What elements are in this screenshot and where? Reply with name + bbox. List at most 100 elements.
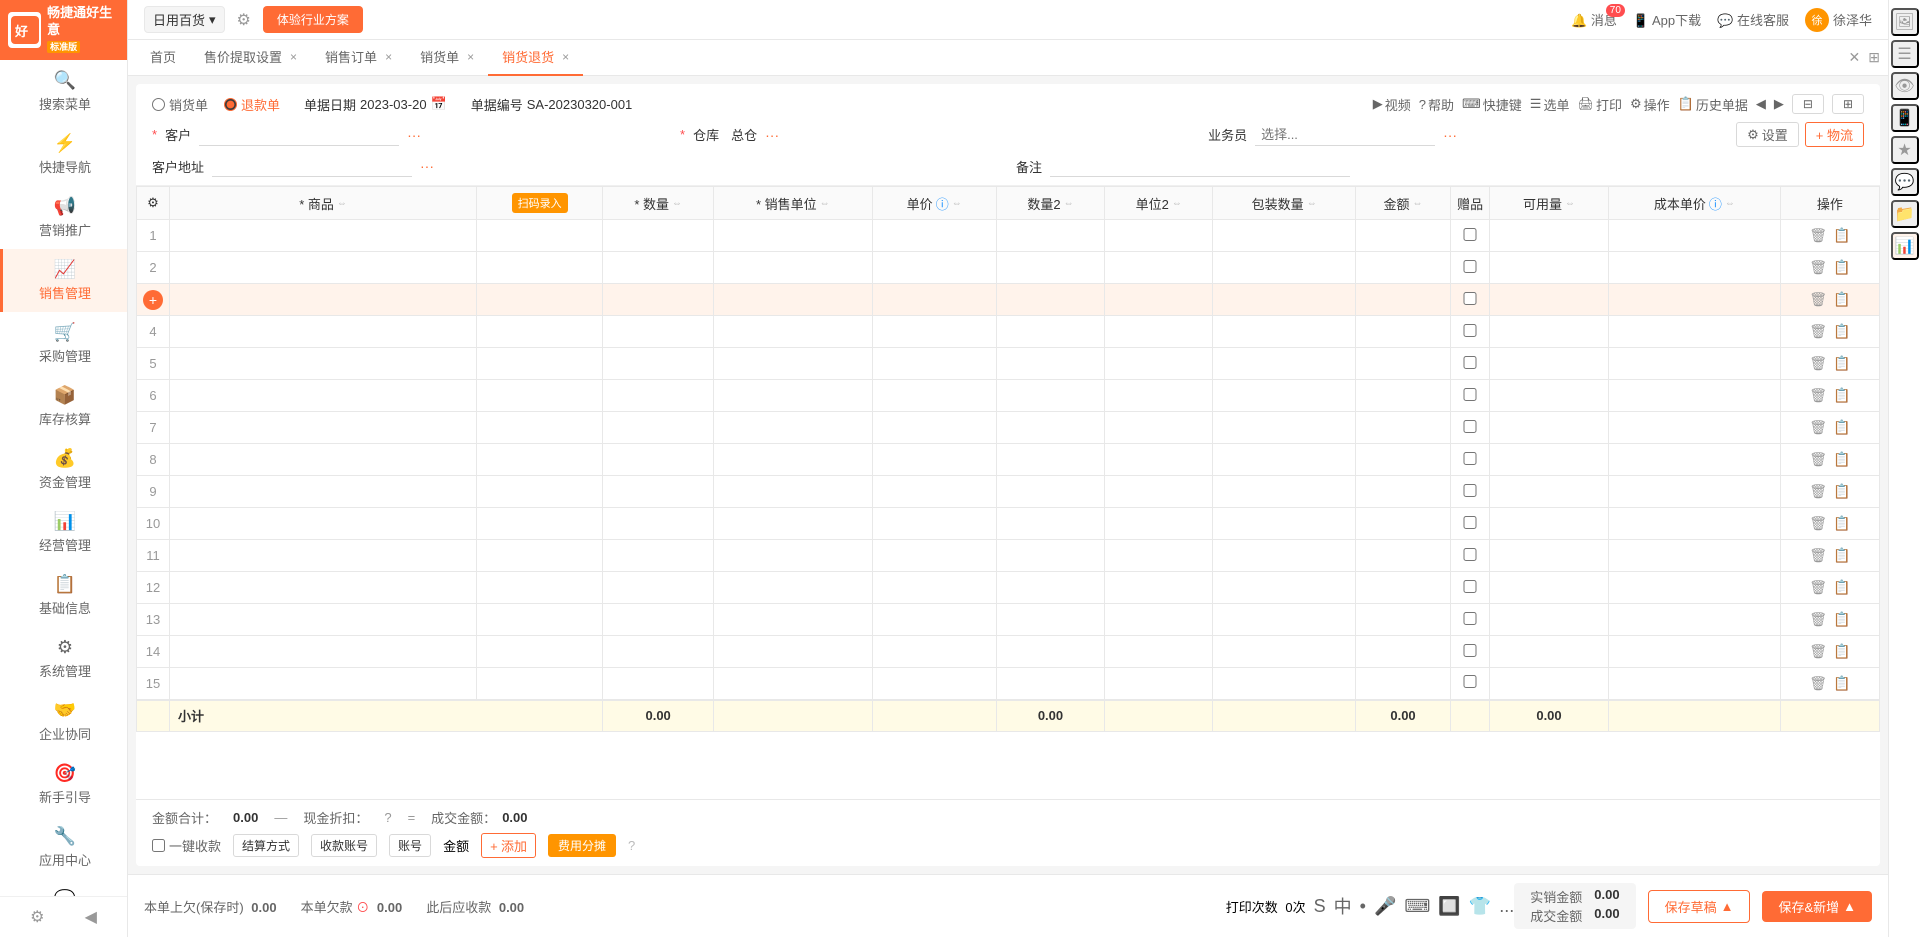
sidebar-item-nav[interactable]: ⚡ 快捷导航 [0,123,127,186]
sidebar-item-sales[interactable]: 📈 销售管理 [0,249,127,312]
product-cell[interactable] [170,508,477,540]
col-setting[interactable]: ⚙ [137,187,170,220]
amount-cell[interactable] [1355,316,1450,348]
gift-checkbox[interactable] [1457,420,1483,433]
unit-cell[interactable] [714,220,872,252]
unit-cell[interactable] [714,476,872,508]
sidebar-item-inventory[interactable]: 📦 库存核算 [0,375,127,438]
tool-icon-5[interactable]: ⌨ [1404,896,1430,917]
gift-cell[interactable] [1451,604,1490,636]
unit-cell[interactable] [714,316,872,348]
copy-row-btn[interactable]: 📋 [1833,643,1850,660]
date-value[interactable]: 2023-03-20 [360,97,427,112]
settings-btn[interactable]: ⚙ 设置 [1736,122,1799,147]
tab-home[interactable]: 首页 [136,40,190,76]
gift-cell[interactable] [1451,572,1490,604]
rp-folder-btn[interactable]: 📁 [1891,200,1919,228]
tab-close-icon[interactable]: × [290,50,297,64]
warehouse-picker-btn[interactable]: ··· [765,127,779,143]
price-cell[interactable] [872,380,996,412]
qty2-cell[interactable] [996,668,1104,700]
qty2-cell[interactable] [996,508,1104,540]
delete-row-btn[interactable]: 🗑 [1809,259,1827,276]
price-cell[interactable] [872,444,996,476]
copy-row-btn[interactable]: 📋 [1833,387,1850,404]
expense-help-icon[interactable]: ? [628,838,635,853]
unit2-cell[interactable] [1105,284,1213,316]
delete-row-btn[interactable]: 🗑 [1809,227,1827,244]
sidebar-item-appstore[interactable]: 🔧 应用中心 [0,816,127,879]
notes-input[interactable] [1050,155,1350,177]
rp-eye-btn[interactable]: 👁 [1891,72,1919,100]
price-cell[interactable] [872,412,996,444]
qty2-cell[interactable] [996,220,1104,252]
price-cell[interactable] [872,540,996,572]
unit-cell[interactable] [714,348,872,380]
amount-cell[interactable] [1355,284,1450,316]
quantity-cell[interactable] [603,636,714,668]
delete-row-btn[interactable]: 🗑 [1809,675,1827,692]
tool-icon-1[interactable]: S [1314,896,1326,917]
quantity-cell[interactable] [603,284,714,316]
sidebar-item-wechat[interactable]: 💬 企业微信 [0,879,127,896]
gift-cell[interactable] [1451,316,1490,348]
tool-icon-3[interactable]: • [1360,896,1366,917]
price-cell[interactable] [872,252,996,284]
unit-cell[interactable] [714,508,872,540]
sidebar-item-guide[interactable]: 🎯 新手引导 [0,753,127,816]
price-cell[interactable] [872,508,996,540]
unit-cell[interactable] [714,572,872,604]
unit2-cell[interactable] [1105,348,1213,380]
gift-checkbox[interactable] [1457,580,1483,593]
amount-cell[interactable] [1355,508,1450,540]
select-btn[interactable]: ☰ 选单 [1530,95,1570,114]
pkg-qty-cell[interactable] [1213,444,1356,476]
price-cell[interactable] [872,348,996,380]
tab-close-icon[interactable]: × [562,50,569,64]
list-view-btn[interactable]: ⊟ [1792,94,1824,114]
rp-message-btn[interactable]: 💬 [1891,168,1919,196]
copy-row-btn[interactable]: 📋 [1833,291,1850,308]
tool-icon-2[interactable]: 中 [1334,893,1352,919]
operations-btn[interactable]: ⚙ 操作 [1630,95,1670,114]
gift-checkbox[interactable] [1457,452,1483,465]
unit2-cell[interactable] [1105,380,1213,412]
delete-row-btn[interactable]: 🗑 [1809,547,1827,564]
unit-cell[interactable] [714,380,872,412]
rp-chart-btn[interactable]: 📊 [1891,232,1919,260]
gift-cell[interactable] [1451,444,1490,476]
one-click-payment-checkbox[interactable]: 一键收款 [152,836,221,855]
expense-split-btn[interactable]: 费用分摊 [548,834,616,857]
qty2-cell[interactable] [996,572,1104,604]
copy-row-btn[interactable]: 📋 [1833,515,1850,532]
gift-cell[interactable] [1451,636,1490,668]
tab-close-all-btn[interactable]: ✕ [1849,49,1861,66]
sidebar-item-purchase[interactable]: 🛒 采购管理 [0,312,127,375]
copy-row-btn[interactable]: 📋 [1833,355,1850,372]
pkg-qty-cell[interactable] [1213,380,1356,412]
quantity-cell[interactable] [603,572,714,604]
price-cell[interactable] [872,668,996,700]
customer-input[interactable] [199,124,399,146]
unit2-cell[interactable] [1105,316,1213,348]
unit2-cell[interactable] [1105,508,1213,540]
unit-cell[interactable] [714,636,872,668]
delete-row-btn[interactable]: 🗑 [1809,643,1827,660]
unit-cell[interactable] [714,668,872,700]
product-cell[interactable] [170,604,477,636]
unit2-cell[interactable] [1105,604,1213,636]
tab-price-extract[interactable]: 售价提取设置 × [190,40,311,76]
delete-row-btn[interactable]: 🗑 [1809,291,1827,308]
tab-expand-btn[interactable]: ⊞ [1868,49,1880,66]
gift-checkbox[interactable] [1457,388,1483,401]
gift-checkbox[interactable] [1457,324,1483,337]
customer-picker-btn[interactable]: ··· [407,127,421,143]
gift-cell[interactable] [1451,220,1490,252]
amount-cell[interactable] [1355,252,1450,284]
tab-sales-bill[interactable]: 销货单 × [406,40,488,76]
user-menu-btn[interactable]: 徐 徐泽华 [1805,8,1872,32]
quantity-cell[interactable] [603,604,714,636]
tool-icon-8[interactable]: ... [1499,896,1514,917]
product-cell[interactable] [170,412,477,444]
sidebar-item-system[interactable]: ⚙ 系统管理 [0,627,127,690]
